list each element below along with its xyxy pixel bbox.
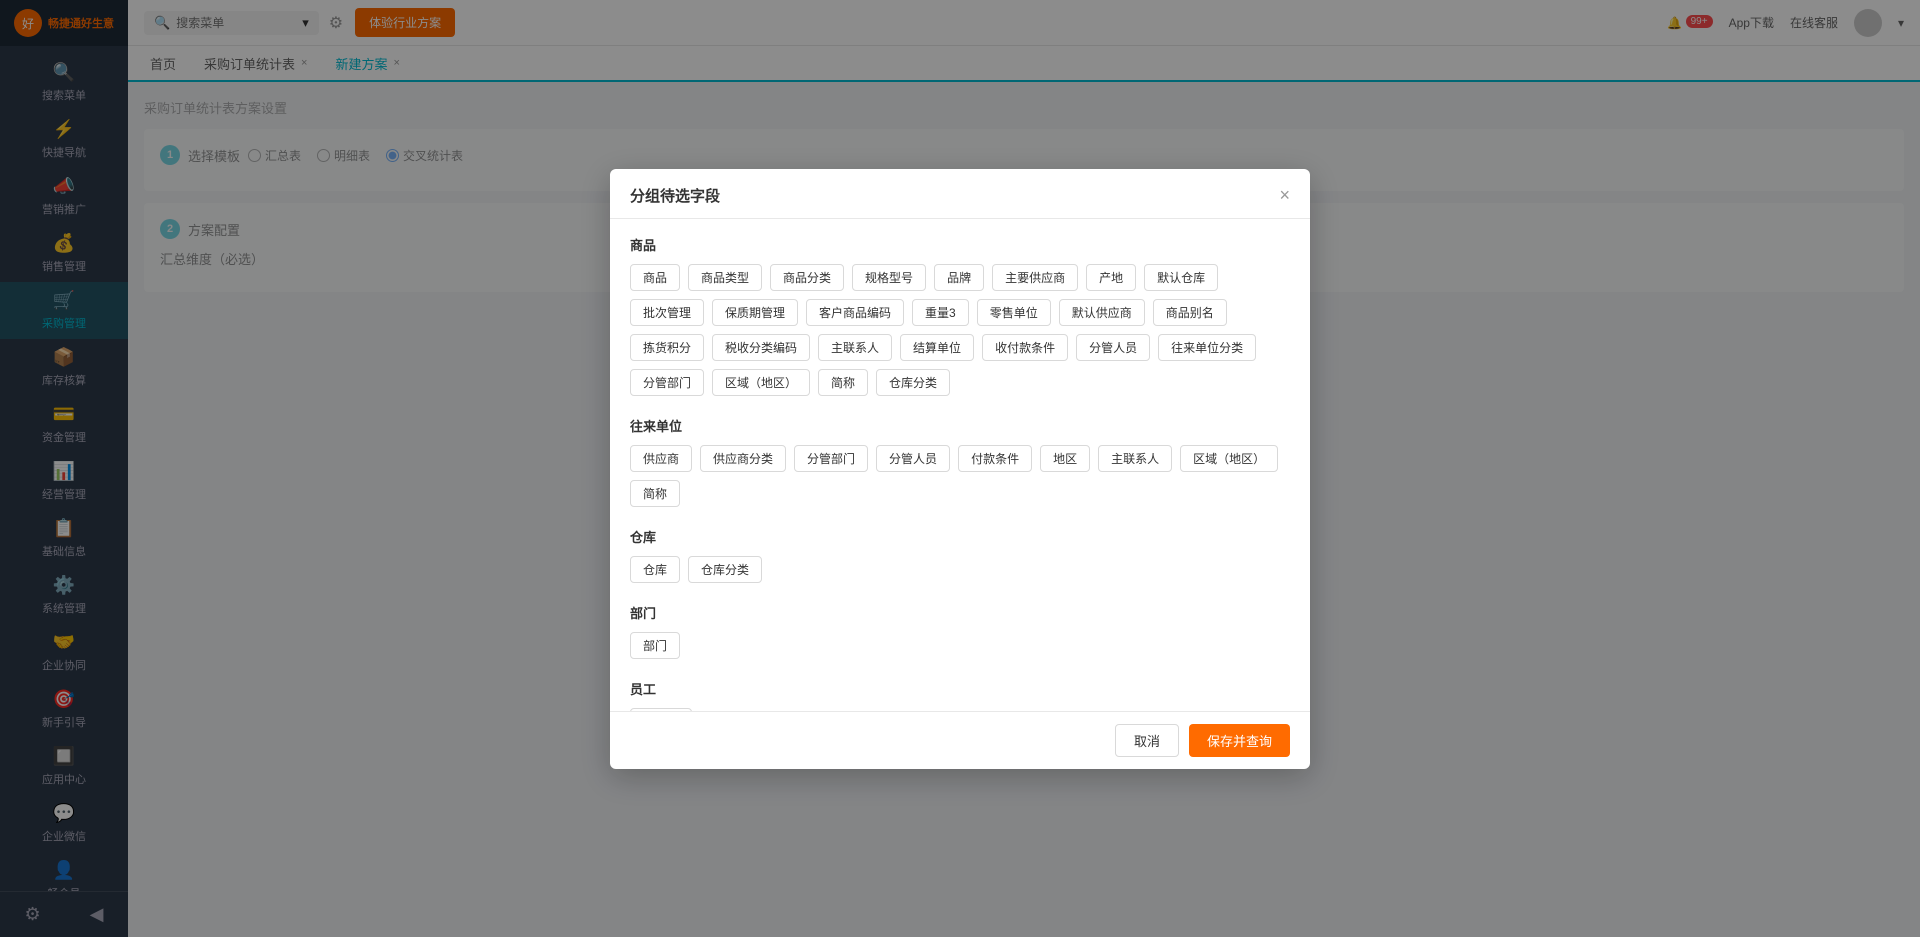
field-tag-0-6[interactable]: 产地 [1086, 264, 1136, 291]
field-tag-1-1[interactable]: 供应商分类 [700, 445, 786, 472]
field-tag-0-21[interactable]: 往来单位分类 [1158, 334, 1256, 361]
field-tag-0-2[interactable]: 商品分类 [770, 264, 844, 291]
field-tag-0-5[interactable]: 主要供应商 [992, 264, 1078, 291]
field-section-title-4: 员工 [630, 679, 1290, 698]
modal-overlay: 分组待选字段 × 商品商品商品类型商品分类规格型号品牌主要供应商产地默认仓库批次… [0, 0, 1920, 937]
field-tag-1-8[interactable]: 简称 [630, 480, 680, 507]
field-section-4: 员工业务员 [630, 679, 1290, 711]
field-tag-0-3[interactable]: 规格型号 [852, 264, 926, 291]
field-section-title-3: 部门 [630, 603, 1290, 622]
field-tag-0-10[interactable]: 客户商品编码 [806, 299, 904, 326]
field-tag-0-11[interactable]: 重量3 [912, 299, 969, 326]
field-tag-2-0[interactable]: 仓库 [630, 556, 680, 583]
field-tag-1-3[interactable]: 分管人员 [876, 445, 950, 472]
modal-body: 商品商品商品类型商品分类规格型号品牌主要供应商产地默认仓库批次管理保质期管理客户… [610, 219, 1310, 711]
field-tag-0-20[interactable]: 分管人员 [1076, 334, 1150, 361]
field-tag-1-7[interactable]: 区域（地区） [1180, 445, 1278, 472]
modal-header: 分组待选字段 × [610, 169, 1310, 219]
field-section-title-1: 往来单位 [630, 416, 1290, 435]
field-tag-0-12[interactable]: 零售单位 [977, 299, 1051, 326]
field-tag-0-22[interactable]: 分管部门 [630, 369, 704, 396]
field-tag-0-8[interactable]: 批次管理 [630, 299, 704, 326]
field-section-2: 仓库仓库仓库分类 [630, 527, 1290, 583]
field-tags-2: 仓库仓库分类 [630, 556, 1290, 583]
field-tag-2-1[interactable]: 仓库分类 [688, 556, 762, 583]
field-tag-0-9[interactable]: 保质期管理 [712, 299, 798, 326]
field-tag-0-7[interactable]: 默认仓库 [1144, 264, 1218, 291]
field-section-title-2: 仓库 [630, 527, 1290, 546]
field-tag-0-14[interactable]: 商品别名 [1153, 299, 1227, 326]
close-icon[interactable]: × [1279, 185, 1290, 206]
modal-footer: 取消 保存并查询 [610, 711, 1310, 769]
field-tag-0-0[interactable]: 商品 [630, 264, 680, 291]
modal: 分组待选字段 × 商品商品商品类型商品分类规格型号品牌主要供应商产地默认仓库批次… [610, 169, 1310, 769]
confirm-button[interactable]: 保存并查询 [1189, 724, 1290, 757]
field-tag-0-1[interactable]: 商品类型 [688, 264, 762, 291]
field-tag-0-4[interactable]: 品牌 [934, 264, 984, 291]
field-tag-1-5[interactable]: 地区 [1040, 445, 1090, 472]
field-tags-0: 商品商品类型商品分类规格型号品牌主要供应商产地默认仓库批次管理保质期管理客户商品… [630, 264, 1290, 396]
field-tag-0-13[interactable]: 默认供应商 [1059, 299, 1145, 326]
field-tag-1-4[interactable]: 付款条件 [958, 445, 1032, 472]
field-tags-3: 部门 [630, 632, 1290, 659]
field-tag-0-24[interactable]: 简称 [818, 369, 868, 396]
field-tag-0-18[interactable]: 结算单位 [900, 334, 974, 361]
field-tag-1-6[interactable]: 主联系人 [1098, 445, 1172, 472]
field-tag-0-23[interactable]: 区域（地区） [712, 369, 810, 396]
field-tag-0-25[interactable]: 仓库分类 [876, 369, 950, 396]
field-tags-1: 供应商供应商分类分管部门分管人员付款条件地区主联系人区域（地区） 简称 [630, 445, 1290, 507]
field-tag-0-19[interactable]: 收付款条件 [982, 334, 1068, 361]
field-section-title-0: 商品 [630, 235, 1290, 254]
field-section-1: 往来单位供应商供应商分类分管部门分管人员付款条件地区主联系人区域（地区） 简称 [630, 416, 1290, 507]
field-tag-0-16[interactable]: 税收分类编码 [712, 334, 810, 361]
field-tag-1-0[interactable]: 供应商 [630, 445, 692, 472]
field-tag-0-17[interactable]: 主联系人 [818, 334, 892, 361]
modal-title: 分组待选字段 [630, 185, 720, 206]
field-section-3: 部门部门 [630, 603, 1290, 659]
field-tag-1-2[interactable]: 分管部门 [794, 445, 868, 472]
cancel-button[interactable]: 取消 [1115, 724, 1179, 757]
field-tag-3-0[interactable]: 部门 [630, 632, 680, 659]
field-section-0: 商品商品商品类型商品分类规格型号品牌主要供应商产地默认仓库批次管理保质期管理客户… [630, 235, 1290, 396]
field-tag-0-15[interactable]: 拣货积分 [630, 334, 704, 361]
